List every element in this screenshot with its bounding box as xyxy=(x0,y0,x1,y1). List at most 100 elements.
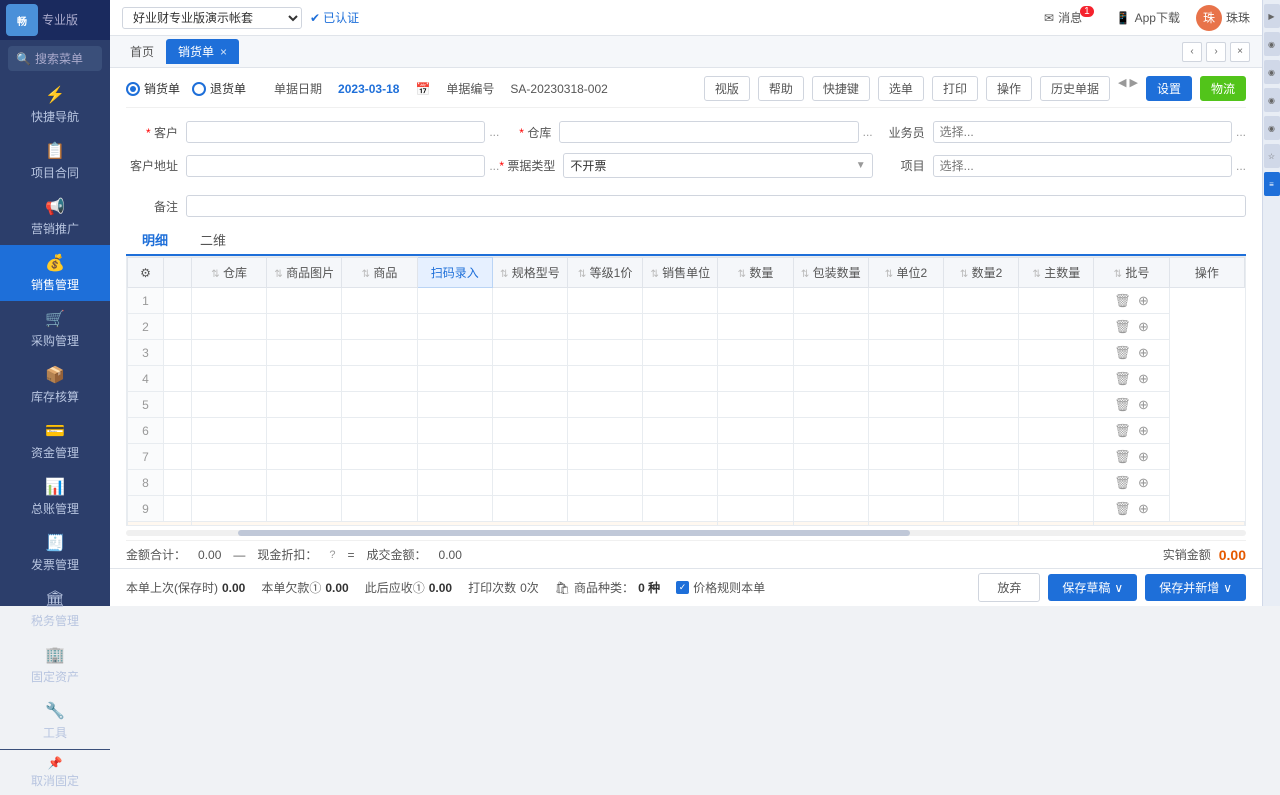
ops-button[interactable]: 操作 xyxy=(986,76,1032,101)
row-copy-icon-2[interactable]: ⊕ xyxy=(1136,319,1151,334)
sort-icon-prod: ⇅ xyxy=(362,269,370,280)
right-panel-icon-2[interactable]: ◉ xyxy=(1264,32,1280,56)
row-copy-icon-3[interactable]: ⊕ xyxy=(1136,345,1151,360)
project-input[interactable] xyxy=(933,155,1232,177)
customer-lookup-icon[interactable]: ... xyxy=(485,125,499,139)
table-row: 8 🗑 ⊕ xyxy=(128,470,1245,496)
amount-total-label: 金额合计： xyxy=(126,546,186,563)
user-profile[interactable]: 珠 珠珠 xyxy=(1196,5,1250,31)
salesperson-lookup-icon[interactable]: ... xyxy=(1232,125,1246,139)
tab-close-icon[interactable]: × xyxy=(220,45,227,59)
save-and-new-button[interactable]: 保存并新增 ∨ xyxy=(1145,574,1246,601)
radio-dot-return xyxy=(192,82,206,96)
right-panel-icon-4[interactable]: ◉ xyxy=(1264,88,1280,112)
sidebar-item-quick-nav[interactable]: ⚡ 快捷导航 xyxy=(0,77,110,133)
order-lines-table: ⚙ ⇅ 仓库 ⇅ 商品图片 ⇅ 商品 xyxy=(127,257,1245,526)
scroll-thumb xyxy=(238,530,910,536)
tools-icon: 🔧 xyxy=(45,701,65,721)
row-copy-icon-5[interactable]: ⊕ xyxy=(1136,397,1151,412)
row-delete-icon-5[interactable]: 🗑 xyxy=(1112,397,1133,412)
tab-sale-order[interactable]: 销货单 × xyxy=(166,39,239,64)
print-button[interactable]: 打印 xyxy=(932,76,978,101)
row-copy-icon-4[interactable]: ⊕ xyxy=(1136,371,1151,386)
row-seq-7: 7 xyxy=(128,444,164,470)
th-batch-import[interactable]: 扫码录入 xyxy=(417,258,492,288)
row-copy-icon-7[interactable]: ⊕ xyxy=(1136,449,1151,464)
th-settings[interactable]: ⚙ xyxy=(128,258,164,288)
row-copy-icon-9[interactable]: ⊕ xyxy=(1136,501,1151,516)
row-delete-icon-1[interactable]: 🗑 xyxy=(1112,293,1133,308)
sidebar-item-finance[interactable]: 💳 资金管理 xyxy=(0,413,110,469)
warehouse-lookup-icon[interactable]: ... xyxy=(859,125,873,139)
select-button[interactable]: 选单 xyxy=(878,76,924,101)
calendar-icon[interactable]: 📅 xyxy=(415,82,430,96)
sidebar-item-tools[interactable]: 🔧 工具 xyxy=(0,693,110,749)
sidebar-item-assets[interactable]: 🏢 固定资产 xyxy=(0,637,110,693)
history-button[interactable]: 历史单据 xyxy=(1040,76,1110,101)
warehouse-input[interactable]: 小宝仓库 xyxy=(559,121,858,143)
price-check-box[interactable]: ✓ xyxy=(676,581,689,594)
sidebar-item-invoice[interactable]: 🧾 发票管理 xyxy=(0,525,110,581)
discount-info-icon[interactable]: ? xyxy=(329,549,335,561)
sidebar-item-purchase[interactable]: 🛒 采购管理 xyxy=(0,301,110,357)
right-panel-icon-5[interactable]: ◉ xyxy=(1264,116,1280,140)
sidebar-item-ledger[interactable]: 📊 总账管理 xyxy=(0,469,110,525)
project-lookup-icon[interactable]: ... xyxy=(1232,159,1246,173)
row-delete-icon-3[interactable]: 🗑 xyxy=(1112,345,1133,360)
tab-next-button[interactable]: › xyxy=(1206,42,1226,62)
customer-input[interactable] xyxy=(186,121,485,143)
view-button[interactable]: 视版 xyxy=(704,76,750,101)
tab-detail-2d[interactable]: 二维 xyxy=(184,225,242,256)
row-delete-icon-7[interactable]: 🗑 xyxy=(1112,449,1133,464)
address-input[interactable] xyxy=(186,155,485,177)
row-delete-icon-2[interactable]: 🗑 xyxy=(1112,319,1133,334)
radio-sale-order[interactable]: 销货单 xyxy=(126,80,180,97)
row-delete-icon-8[interactable]: 🗑 xyxy=(1112,475,1133,490)
shortcut-button[interactable]: 快捷键 xyxy=(812,76,870,101)
search-menu[interactable]: 🔍 搜索菜单 xyxy=(8,46,102,71)
row-copy-icon-6[interactable]: ⊕ xyxy=(1136,423,1151,438)
right-panel-icon-active[interactable]: ≡ xyxy=(1264,172,1280,196)
tab-close-all-button[interactable]: × xyxy=(1230,42,1250,62)
sidebar-item-inventory[interactable]: 📦 库存核算 xyxy=(0,357,110,413)
right-panel-icon-3[interactable]: ◉ xyxy=(1264,60,1280,84)
company-selector[interactable]: 好业财专业版演示帐套 xyxy=(122,7,302,29)
th-unit2: ⇅ 单位2 xyxy=(868,258,943,288)
radio-return-order[interactable]: 退货单 xyxy=(192,80,246,97)
sidebar-item-marketing[interactable]: 📢 营销推广 xyxy=(0,189,110,245)
quick-nav-icon: ⚡ xyxy=(45,85,65,105)
invoice-select[interactable]: 不开票 ▼ xyxy=(563,153,872,178)
right-panel-icon-1[interactable]: ▶ xyxy=(1264,4,1280,28)
sidebar-item-project[interactable]: 📋 项目合同 xyxy=(0,133,110,189)
invoice-arrow-icon: ▼ xyxy=(856,160,866,171)
address-lookup-icon[interactable]: ... xyxy=(485,159,499,173)
save-draft-button[interactable]: 保存草稿 ∨ xyxy=(1048,574,1137,601)
app-download-button[interactable]: 📱 App下载 xyxy=(1116,9,1180,26)
sidebar-item-sales[interactable]: 💰 销售管理 xyxy=(0,245,110,301)
salesperson-input[interactable] xyxy=(933,121,1232,143)
tab-home[interactable]: 首页 xyxy=(122,43,162,60)
horizontal-scrollbar[interactable] xyxy=(126,530,1246,536)
sort-icon-spec: ⇅ xyxy=(500,269,508,280)
sidebar-item-tax[interactable]: 🏛 税务管理 xyxy=(0,581,110,637)
row-copy-icon-1[interactable]: ⊕ xyxy=(1136,293,1151,308)
abandon-button[interactable]: 放弃 xyxy=(978,573,1040,602)
sidebar-item-unpin[interactable]: 📌 取消固定 xyxy=(0,750,110,795)
table-row: 2 🗑 ⊕ xyxy=(128,314,1245,340)
price-check-item[interactable]: ✓ 价格规则本单 xyxy=(676,579,765,596)
row-copy-icon-8[interactable]: ⊕ xyxy=(1136,475,1151,490)
settings-button[interactable]: 设置 xyxy=(1146,76,1192,101)
invoice-field: 票据类型 不开票 ▼ xyxy=(499,148,872,183)
th-qty: ⇅ 数量 xyxy=(718,258,793,288)
help-button[interactable]: 帮助 xyxy=(758,76,804,101)
row-delete-icon-9[interactable]: 🗑 xyxy=(1112,501,1133,516)
tab-detail-mingxi[interactable]: 明细 xyxy=(126,225,184,256)
right-panel-icon-6[interactable]: ☆ xyxy=(1264,144,1280,168)
row-delete-icon-4[interactable]: 🗑 xyxy=(1112,371,1133,386)
messages-button[interactable]: ✉ 消息 1 xyxy=(1044,9,1100,26)
row-delete-icon-6[interactable]: 🗑 xyxy=(1112,423,1133,438)
tab-prev-button[interactable]: ‹ xyxy=(1182,42,1202,62)
logistics-button[interactable]: 物流 xyxy=(1200,76,1246,101)
row-seq-8: 8 xyxy=(128,470,164,496)
note-input[interactable] xyxy=(186,195,1246,217)
